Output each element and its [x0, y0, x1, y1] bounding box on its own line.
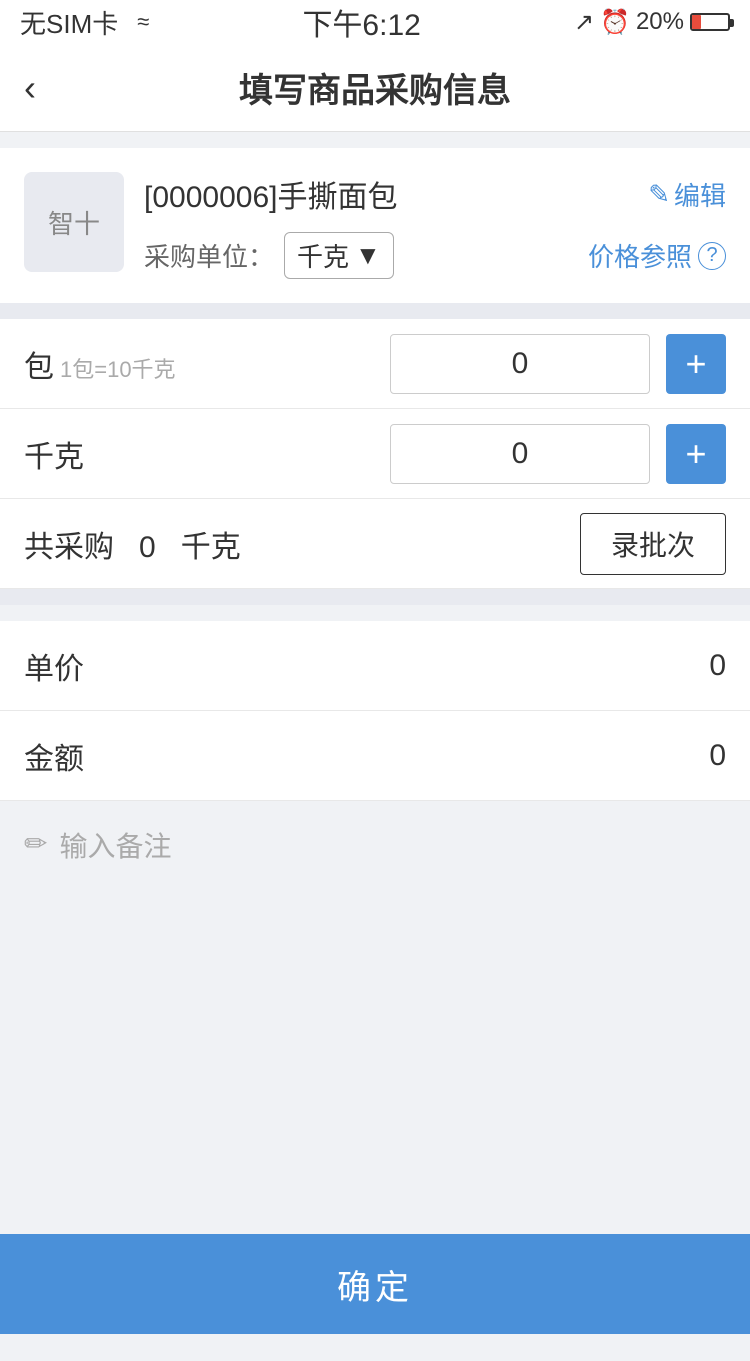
product-full-name: [0000006]手撕面包	[144, 172, 397, 216]
price-ref-icon: ?	[698, 242, 726, 270]
bao-label: 包1包=10千克	[24, 342, 204, 386]
kg-input-row: 千克 +	[0, 409, 750, 499]
note-placeholder: 输入备注	[59, 825, 171, 865]
total-value: 0	[139, 531, 156, 564]
amount-row: 金额 0	[0, 711, 750, 801]
back-button[interactable]: ‹	[24, 67, 36, 109]
unit-price-value: 0	[709, 649, 726, 683]
unit-price-label: 单价	[24, 644, 84, 688]
note-section[interactable]: ✏ 输入备注	[0, 801, 750, 1001]
pencil-icon: ✏	[24, 827, 47, 860]
unit-label: 采购单位：	[144, 237, 274, 274]
page-title: 填写商品采购信息	[239, 63, 511, 112]
time-display: 下午6:12	[302, 0, 420, 44]
status-left: 无SIM卡 ≈	[20, 4, 149, 41]
amount-value: 0	[709, 739, 726, 773]
price-info-section: 单价 0 金额 0	[0, 621, 750, 801]
price-ref-label: 价格参照	[588, 237, 692, 274]
kg-plus-button[interactable]: +	[666, 424, 726, 484]
divider-1	[0, 303, 750, 319]
bao-input-row: 包1包=10千克 +	[0, 319, 750, 409]
bao-plus-button[interactable]: +	[666, 334, 726, 394]
price-ref-button[interactable]: 价格参照 ?	[588, 237, 726, 274]
edit-button[interactable]: ✎ 编辑	[648, 176, 726, 213]
bao-input[interactable]	[390, 334, 650, 394]
unit-select[interactable]: 千克 ▼	[284, 232, 394, 279]
kg-input-wrap: +	[204, 424, 726, 484]
divider-2	[0, 589, 750, 605]
battery-percent: 20%	[636, 8, 684, 36]
wifi-icon: ≈	[126, 9, 149, 35]
alarm-icon: ⏰	[600, 8, 630, 37]
kg-input[interactable]	[390, 424, 650, 484]
carrier-label: 无SIM卡	[20, 4, 118, 41]
bao-input-wrap: +	[204, 334, 726, 394]
product-image: 智十	[24, 172, 124, 272]
unit-value: 千克	[297, 237, 349, 274]
product-info: [0000006]手撕面包 ✎ 编辑 采购单位： 千克 ▼ 价格参照 ?	[144, 172, 726, 279]
dropdown-icon: ▼	[355, 240, 381, 271]
batch-button[interactable]: 录批次	[580, 513, 726, 575]
confirm-button[interactable]: 确定	[0, 1234, 750, 1334]
nav-bar: ‹ 填写商品采购信息	[0, 44, 750, 132]
total-label: 共采购	[24, 531, 114, 564]
product-card: 智十 [0000006]手撕面包 ✎ 编辑 采购单位： 千克 ▼ 价格参照 ?	[0, 148, 750, 303]
amount-label: 金额	[24, 734, 84, 778]
status-bar: 无SIM卡 ≈ 下午6:12 ↗ ⏰ 20%	[0, 0, 750, 44]
unit-price-row: 单价 0	[0, 621, 750, 711]
input-section: 包1包=10千克 + 千克 +	[0, 319, 750, 499]
product-logo-text: 智十	[48, 204, 100, 241]
total-row: 共采购 0 千克 录批次	[0, 499, 750, 589]
total-unit: 千克	[181, 531, 241, 564]
edit-label: 编辑	[674, 176, 726, 213]
kg-label: 千克	[24, 432, 204, 476]
edit-icon: ✎	[648, 179, 670, 210]
product-name-row: [0000006]手撕面包 ✎ 编辑	[144, 172, 726, 216]
battery-icon	[690, 13, 730, 31]
unit-row: 采购单位： 千克 ▼ 价格参照 ?	[144, 232, 726, 279]
total-text: 共采购 0 千克	[24, 522, 241, 566]
status-right: ↗ ⏰ 20%	[574, 8, 730, 37]
location-icon: ↗	[574, 8, 594, 37]
